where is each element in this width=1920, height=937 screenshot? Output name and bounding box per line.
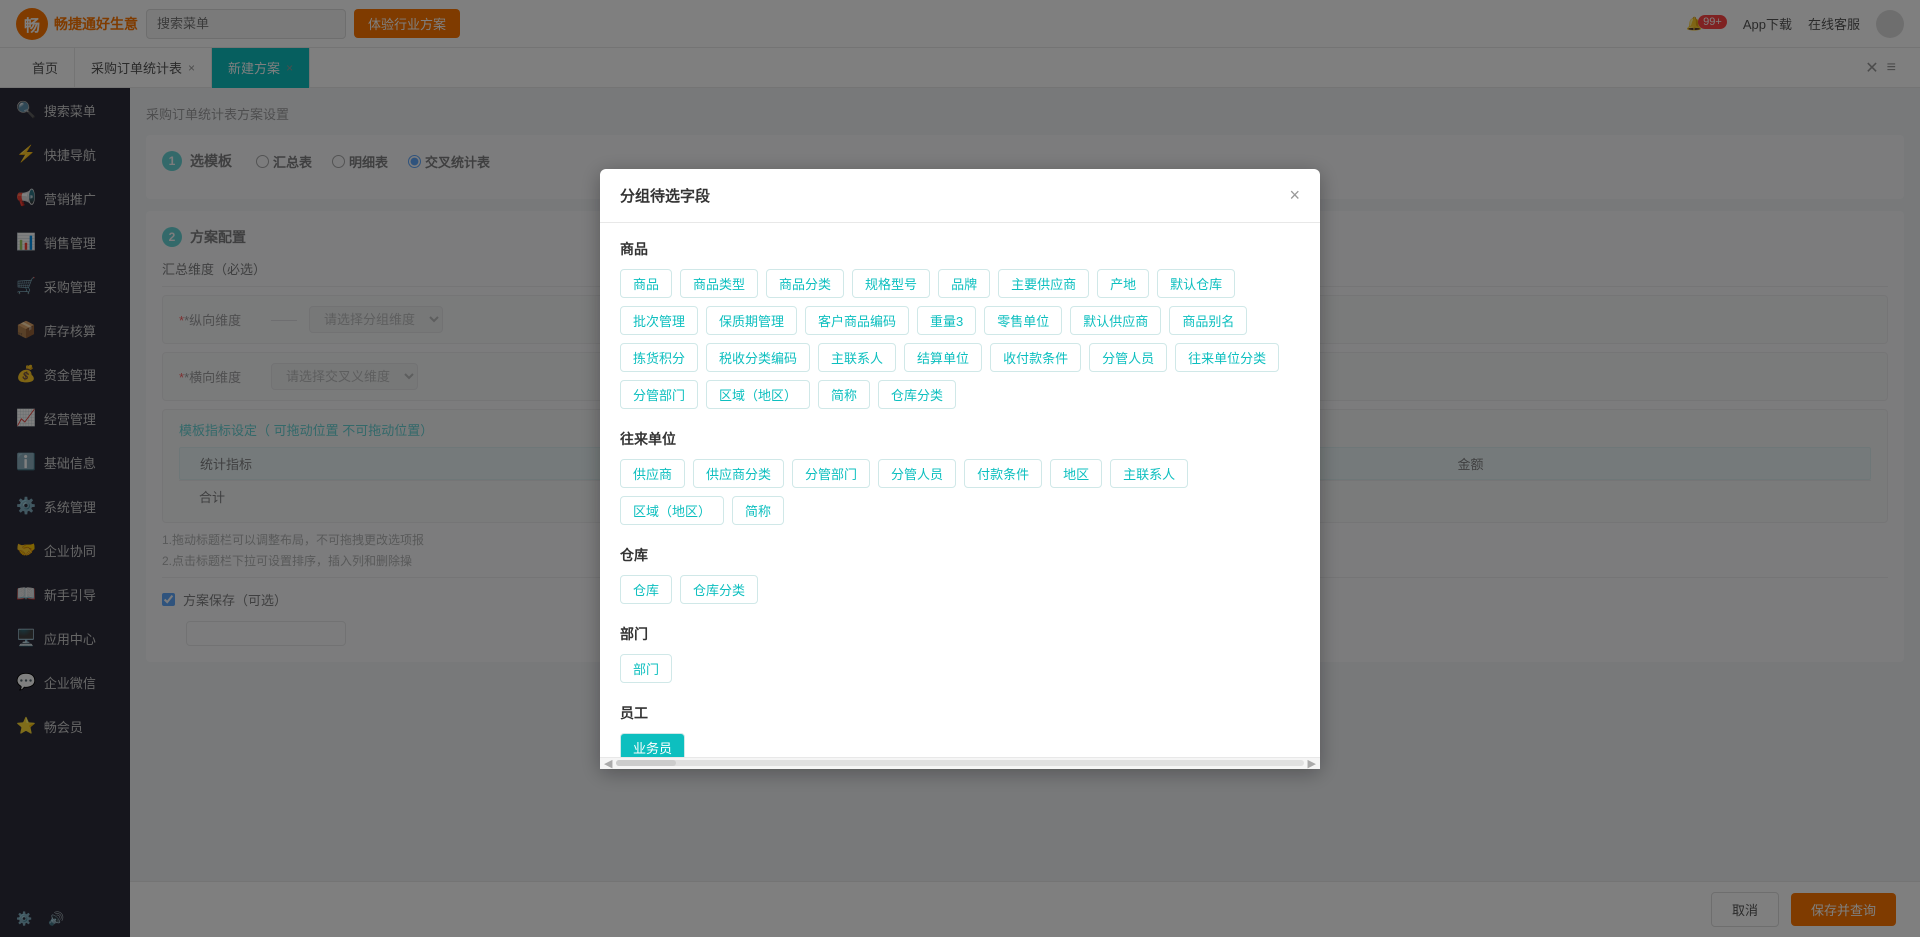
field-group-dept-title: 部门 bbox=[620, 624, 1300, 644]
field-tag[interactable]: 保质期管理 bbox=[706, 306, 797, 335]
field-tag[interactable]: 商品分类 bbox=[766, 269, 844, 298]
modal-hscroll[interactable]: ◀ ▶ bbox=[600, 757, 1320, 769]
field-tags-employee: 业务员 bbox=[620, 733, 1300, 757]
field-tag[interactable]: 付款条件 bbox=[964, 459, 1042, 488]
field-tag[interactable]: 零售单位 bbox=[984, 306, 1062, 335]
hscroll-left-arrow[interactable]: ◀ bbox=[604, 757, 612, 770]
field-tag[interactable]: 供应商 bbox=[620, 459, 685, 488]
modal-close-button[interactable]: × bbox=[1289, 185, 1300, 206]
field-group-employee: 员工 业务员 bbox=[620, 703, 1300, 757]
field-tag[interactable]: 地区 bbox=[1050, 459, 1102, 488]
field-group-partner: 往来单位 供应商 供应商分类 分管部门 分管人员 付款条件 地区 主联系人 区域… bbox=[620, 429, 1300, 525]
field-tag[interactable]: 规格型号 bbox=[852, 269, 930, 298]
field-tag[interactable]: 产地 bbox=[1097, 269, 1149, 298]
field-group-warehouse: 仓库 仓库 仓库分类 bbox=[620, 545, 1300, 604]
field-tag[interactable]: 分管部门 bbox=[620, 380, 698, 409]
modal-overlay: 分组待选字段 × 商品 商品 商品类型 商品分类 规格型号 品牌 主要供应商 产… bbox=[0, 0, 1920, 937]
field-group-goods-title: 商品 bbox=[620, 239, 1300, 259]
field-tag-selected[interactable]: 业务员 bbox=[620, 733, 685, 757]
field-group-warehouse-title: 仓库 bbox=[620, 545, 1300, 565]
field-group-partner-title: 往来单位 bbox=[620, 429, 1300, 449]
field-tag[interactable]: 部门 bbox=[620, 654, 672, 683]
field-tags-partner: 供应商 供应商分类 分管部门 分管人员 付款条件 地区 主联系人 区域（地区） … bbox=[620, 459, 1300, 525]
field-tag[interactable]: 分管部门 bbox=[792, 459, 870, 488]
field-tag[interactable]: 品牌 bbox=[938, 269, 990, 298]
modal-body: 商品 商品 商品类型 商品分类 规格型号 品牌 主要供应商 产地 默认仓库 批次… bbox=[600, 223, 1320, 757]
field-tag[interactable]: 批次管理 bbox=[620, 306, 698, 335]
field-tag[interactable]: 仓库分类 bbox=[680, 575, 758, 604]
field-tags-dept: 部门 bbox=[620, 654, 1300, 683]
field-tag[interactable]: 结算单位 bbox=[904, 343, 982, 372]
field-select-modal: 分组待选字段 × 商品 商品 商品类型 商品分类 规格型号 品牌 主要供应商 产… bbox=[600, 169, 1320, 769]
field-tag[interactable]: 区域（地区） bbox=[706, 380, 810, 409]
field-group-dept: 部门 部门 bbox=[620, 624, 1300, 683]
hscroll-right-arrow[interactable]: ▶ bbox=[1308, 757, 1316, 770]
field-tag[interactable]: 分管人员 bbox=[1089, 343, 1167, 372]
field-group-employee-title: 员工 bbox=[620, 703, 1300, 723]
field-tag[interactable]: 仓库 bbox=[620, 575, 672, 604]
field-tag[interactable]: 简称 bbox=[818, 380, 870, 409]
field-tag[interactable]: 默认仓库 bbox=[1157, 269, 1235, 298]
field-tag[interactable]: 商品 bbox=[620, 269, 672, 298]
field-tag[interactable]: 主要供应商 bbox=[998, 269, 1089, 298]
field-tag[interactable]: 主联系人 bbox=[818, 343, 896, 372]
field-tag[interactable]: 默认供应商 bbox=[1070, 306, 1161, 335]
hscroll-track bbox=[616, 760, 1303, 766]
field-tag[interactable]: 拣货积分 bbox=[620, 343, 698, 372]
field-tags-warehouse: 仓库 仓库分类 bbox=[620, 575, 1300, 604]
field-tag[interactable]: 分管人员 bbox=[878, 459, 956, 488]
hscroll-thumb[interactable] bbox=[616, 760, 676, 766]
field-tag[interactable]: 往来单位分类 bbox=[1175, 343, 1279, 372]
field-tag[interactable]: 商品别名 bbox=[1169, 306, 1247, 335]
field-tag[interactable]: 仓库分类 bbox=[878, 380, 956, 409]
modal-title: 分组待选字段 bbox=[620, 185, 710, 206]
field-group-goods: 商品 商品 商品类型 商品分类 规格型号 品牌 主要供应商 产地 默认仓库 批次… bbox=[620, 239, 1300, 409]
field-tag[interactable]: 主联系人 bbox=[1110, 459, 1188, 488]
field-tag[interactable]: 客户商品编码 bbox=[805, 306, 909, 335]
modal-header: 分组待选字段 × bbox=[600, 169, 1320, 223]
field-tag[interactable]: 供应商分类 bbox=[693, 459, 784, 488]
field-tag[interactable]: 简称 bbox=[732, 496, 784, 525]
field-tag[interactable]: 重量3 bbox=[917, 306, 976, 335]
field-tag[interactable]: 税收分类编码 bbox=[706, 343, 810, 372]
field-tags-goods: 商品 商品类型 商品分类 规格型号 品牌 主要供应商 产地 默认仓库 批次管理 … bbox=[620, 269, 1300, 409]
field-tag[interactable]: 区域（地区） bbox=[620, 496, 724, 525]
field-tag[interactable]: 收付款条件 bbox=[990, 343, 1081, 372]
field-tag[interactable]: 商品类型 bbox=[680, 269, 758, 298]
